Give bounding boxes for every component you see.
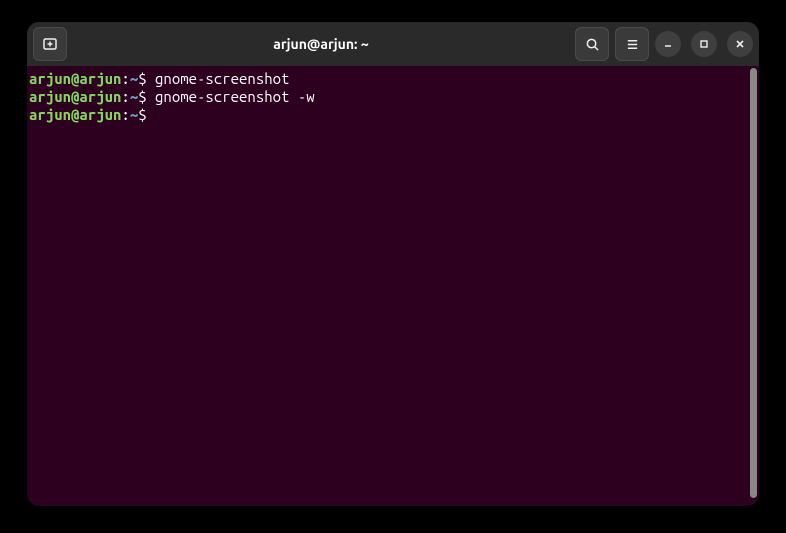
prompt-user: arjun@arjun (29, 88, 121, 105)
titlebar-right-buttons-square (575, 27, 649, 61)
terminal-content[interactable]: arjun@arjun:~$ gnome-screenshotarjun@arj… (27, 66, 749, 506)
window-title: arjun@arjun: ~ (73, 36, 569, 52)
terminal-window: arjun@arjun: ~ (27, 22, 759, 506)
maximize-icon (699, 39, 709, 49)
minimize-button[interactable] (655, 31, 681, 57)
search-icon (585, 37, 600, 52)
search-button[interactable] (575, 27, 609, 61)
prompt-user: arjun@arjun (29, 70, 121, 87)
minimize-icon (663, 39, 673, 49)
prompt-colon: : (121, 70, 129, 87)
titlebar-right-buttons-circle (655, 31, 753, 57)
close-icon (735, 39, 745, 49)
prompt-path: ~ (130, 106, 138, 123)
terminal-line: arjun@arjun:~$ gnome-screenshot -w (29, 88, 747, 106)
command: gnome-screenshot (155, 70, 289, 87)
prompt-path: ~ (130, 88, 138, 105)
prompt-user: arjun@arjun (29, 106, 121, 123)
prompt-dollar: $ (138, 106, 155, 123)
terminal-line: arjun@arjun:~$ gnome-screenshot (29, 70, 747, 88)
prompt-colon: : (121, 88, 129, 105)
new-tab-icon (42, 36, 58, 52)
prompt-dollar: $ (138, 88, 155, 105)
titlebar: arjun@arjun: ~ (27, 22, 759, 66)
maximize-button[interactable] (691, 31, 717, 57)
hamburger-icon (625, 37, 640, 52)
terminal-area[interactable]: arjun@arjun:~$ gnome-screenshotarjun@arj… (27, 66, 759, 506)
terminal-line: arjun@arjun:~$ (29, 106, 747, 124)
scrollbar-thumb[interactable] (750, 68, 757, 498)
prompt-colon: : (121, 106, 129, 123)
menu-button[interactable] (615, 27, 649, 61)
close-button[interactable] (727, 31, 753, 57)
titlebar-left (33, 27, 67, 61)
prompt-dollar: $ (138, 70, 155, 87)
scrollbar[interactable] (749, 66, 759, 506)
command: gnome-screenshot -w (155, 88, 315, 105)
new-tab-button[interactable] (33, 27, 67, 61)
prompt-path: ~ (130, 70, 138, 87)
